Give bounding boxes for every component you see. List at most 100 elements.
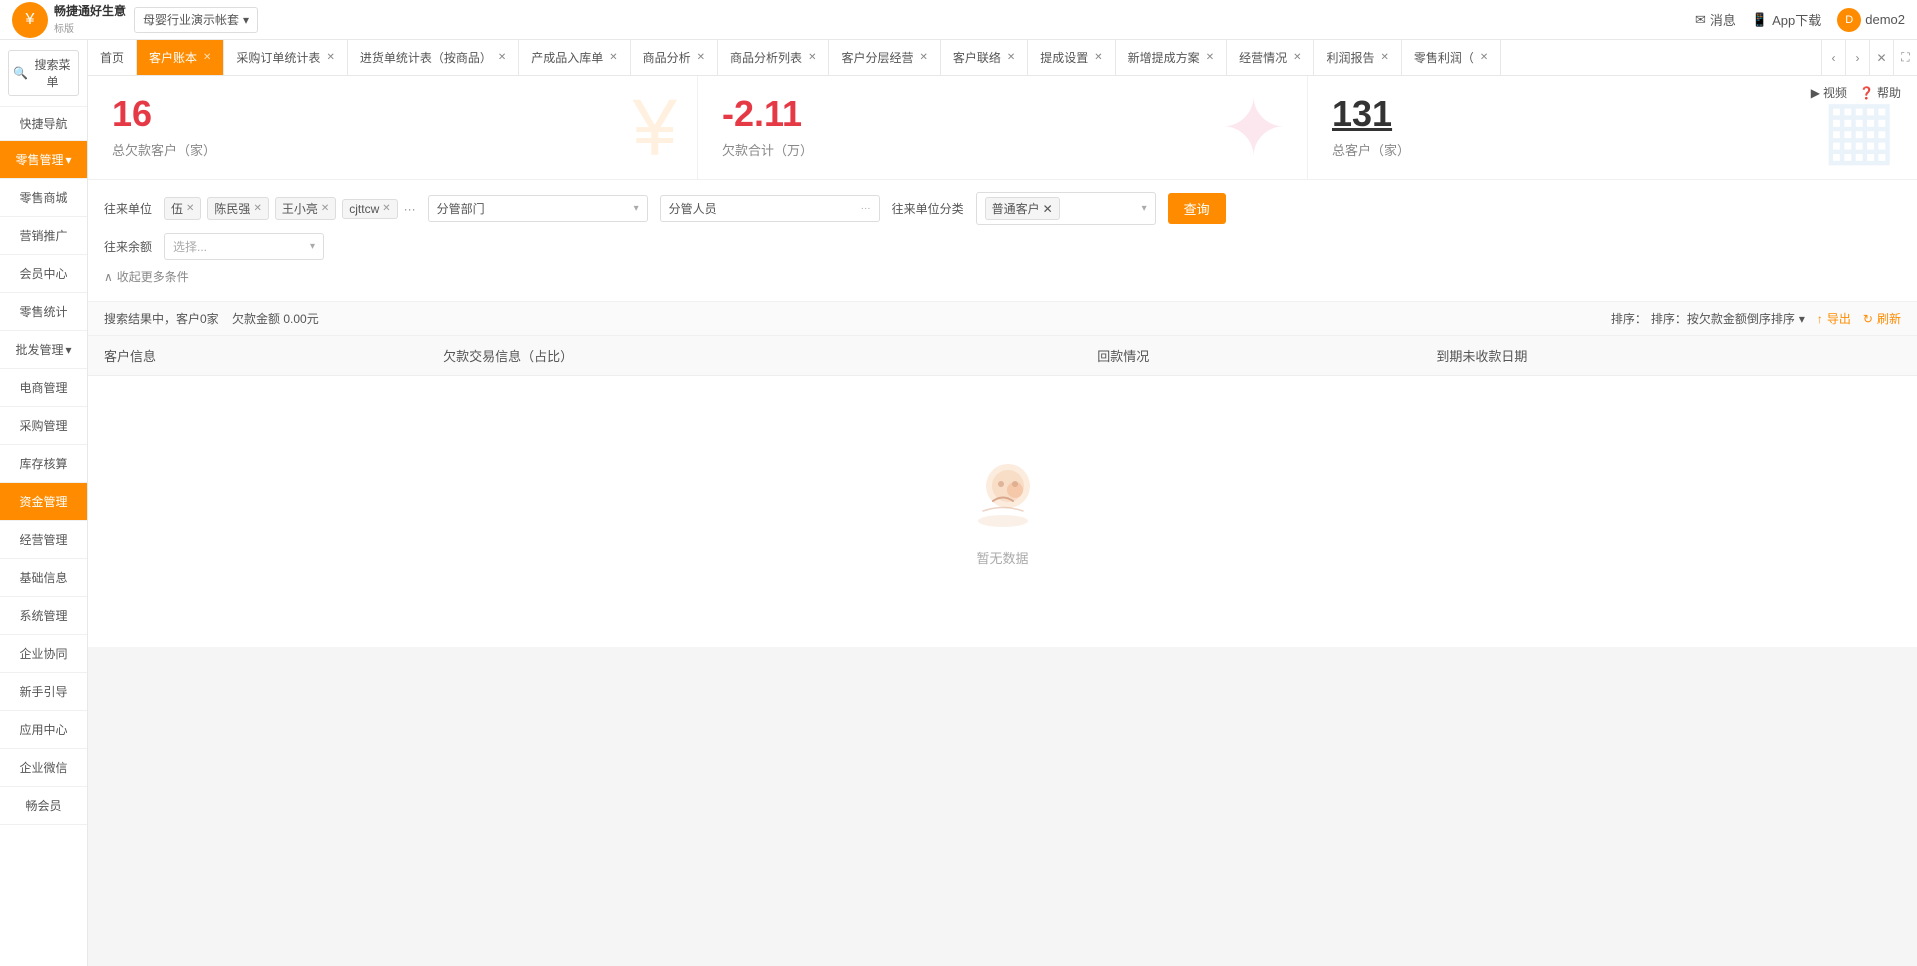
balance-select[interactable]: 选择... ▾ (164, 233, 324, 260)
tab-scroll-left[interactable]: ‹ (1821, 40, 1845, 76)
tab-home[interactable]: 首页 (88, 40, 137, 76)
tab-close-icon[interactable]: ✕ (1293, 52, 1301, 63)
export-btn[interactable]: ↑ 导出 (1817, 310, 1851, 327)
person-select[interactable]: 分管人员 ··· (660, 195, 880, 222)
sort-select[interactable]: 排序： 排序：按欠款金额倒序排序 ▾ (1611, 310, 1805, 327)
tag-label: cjttcw (349, 202, 379, 216)
tab-purchase-stat[interactable]: 进货单统计表（按商品） ✕ (348, 40, 519, 76)
search-menu-label: 搜索菜单 (31, 56, 74, 90)
quick-nav-button[interactable]: 快捷导航 (0, 107, 87, 141)
chevron-down-icon: ▾ (310, 241, 315, 252)
tab-retail-profit[interactable]: 零售利润（ ✕ (1402, 40, 1501, 76)
sidebar-item-ecommerce-mgmt[interactable]: 电商管理 (0, 369, 87, 407)
tab-close-icon[interactable]: ✕ (609, 52, 617, 63)
mobile-icon: 📱 (1752, 12, 1768, 28)
stat-number-credit-amount: -2.11 (722, 96, 802, 132)
app-download-btn[interactable]: 📱 App下载 (1752, 10, 1821, 29)
tab-close-icon[interactable]: ✕ (498, 52, 506, 63)
filter-tag-wu: 伍 ✕ (164, 197, 201, 220)
search-menu-button[interactable]: 🔍 搜索菜单 (8, 50, 79, 96)
tab-customer-account[interactable]: 客户账本 ✕ (137, 40, 224, 76)
tab-close-icon[interactable]: ✕ (1094, 52, 1102, 63)
tab-profit-report[interactable]: 利润报告 ✕ (1314, 40, 1401, 76)
sidebar-item-operations-mgmt[interactable]: 经营管理 (0, 521, 87, 559)
sidebar-item-retail-stats[interactable]: 零售统计 (0, 293, 87, 331)
refresh-icon: ↻ (1863, 312, 1873, 326)
sidebar-item-label: 新手引导 (19, 685, 67, 699)
tab-close-icon[interactable]: ✕ (808, 52, 816, 63)
tab-new-promotion[interactable]: 新增提成方案 ✕ (1116, 40, 1227, 76)
tab-close-icon[interactable]: ✕ (1381, 52, 1389, 63)
tab-customer-contact[interactable]: 客户联络 ✕ (941, 40, 1028, 76)
tab-close-icon[interactable]: ✕ (326, 52, 334, 63)
stats-row: ¥ 16 总欠款客户（家） ✦ -2.11 欠款合计（万） ▦ 131 总客户（… (88, 76, 1917, 180)
tab-purchase-order[interactable]: 采购订单统计表 ✕ (224, 40, 347, 76)
sidebar-item-enterprise-collab[interactable]: 企业协同 (0, 635, 87, 673)
tab-expand[interactable]: ⛶ (1893, 40, 1917, 76)
sidebar-item-system-mgmt[interactable]: 系统管理 (0, 597, 87, 635)
refresh-label: 刷新 (1877, 310, 1901, 327)
tab-promotion-settings[interactable]: 提成设置 ✕ (1028, 40, 1115, 76)
sidebar-item-wholesale-mgmt[interactable]: 批发管理 ▾ (0, 331, 87, 369)
sidebar-item-label: 系统管理 (19, 609, 67, 623)
empty-icon (963, 456, 1043, 536)
message-label: 消息 (1710, 10, 1736, 29)
sidebar-item-marketing[interactable]: 营销推广 (0, 217, 87, 255)
stat-card-credit-customers: ¥ 16 总欠款客户（家） (88, 76, 698, 179)
search-button[interactable]: 查询 (1168, 193, 1226, 224)
sidebar-item-retail-mgmt[interactable]: 零售管理 ▾ (0, 141, 87, 179)
sidebar-item-finance-mgmt[interactable]: 资金管理 (0, 483, 87, 521)
tag-remove-icon[interactable]: ✕ (382, 203, 390, 214)
refresh-btn[interactable]: ↻ 刷新 (1863, 310, 1901, 327)
dept-placeholder: 分管部门 (437, 200, 485, 217)
tab-goods-analysis[interactable]: 商品分析 ✕ (631, 40, 718, 76)
stat-card-credit-amount: ✦ -2.11 欠款合计（万） (698, 76, 1308, 179)
data-table: 客户信息 欠款交易信息（占比） 回款情况 到期未收款日期 (88, 336, 1917, 376)
tab-operation-status[interactable]: 经营情况 ✕ (1227, 40, 1314, 76)
unit-type-select[interactable]: 普通客户 ✕ ▾ (976, 192, 1156, 225)
sidebar-item-app-center[interactable]: 应用中心 (0, 711, 87, 749)
balance-placeholder: 选择... (173, 238, 207, 255)
credit-amount-text: 欠款金额 0.00元 (232, 312, 319, 326)
tab-production-in[interactable]: 产成品入库单 ✕ (519, 40, 630, 76)
tag-remove-icon[interactable]: ✕ (253, 203, 261, 214)
tag-remove-icon[interactable]: ✕ (321, 203, 329, 214)
tabbar: 首页 客户账本 ✕ 采购订单统计表 ✕ 进货单统计表（按商品） ✕ 产成品入库单… (88, 40, 1917, 76)
edition-select[interactable]: 母婴行业演示帐套 ▾ (134, 7, 258, 33)
tab-close-icon[interactable]: ✕ (697, 52, 705, 63)
message-btn[interactable]: ✉ 消息 (1695, 10, 1736, 29)
filter-tag-wang: 王小亮 ✕ (275, 197, 336, 220)
collapse-filters-btn[interactable]: ∧ 收起更多条件 (104, 268, 1901, 285)
tab-label: 首页 (100, 49, 124, 66)
sidebar-item-basic-info[interactable]: 基础信息 (0, 559, 87, 597)
sidebar-item-purchase-mgmt[interactable]: 采购管理 (0, 407, 87, 445)
tab-close-icon[interactable]: ✕ (919, 52, 927, 63)
tag-remove-icon[interactable]: ✕ (1043, 202, 1053, 216)
tab-close-icon[interactable]: ✕ (203, 52, 211, 63)
topbar-right: ✉ 消息 📱 App下载 D demo2 (1695, 8, 1905, 32)
sidebar-item-vip-member[interactable]: 畅会员 (0, 787, 87, 825)
tab-close-icon[interactable]: ✕ (1480, 52, 1488, 63)
user-avatar[interactable]: D demo2 (1837, 8, 1905, 32)
tab-close-all[interactable]: ✕ (1869, 40, 1893, 76)
sidebar-item-retail-mall[interactable]: 零售商城 (0, 179, 87, 217)
tab-close-icon[interactable]: ✕ (1206, 52, 1214, 63)
tab-close-icon[interactable]: ✕ (1007, 52, 1015, 63)
tab-scroll-right[interactable]: › (1845, 40, 1869, 76)
tag-remove-icon[interactable]: ✕ (186, 203, 194, 214)
tab-goods-analysis-list[interactable]: 商品分析列表 ✕ (718, 40, 829, 76)
sidebar-item-enterprise-wechat[interactable]: 企业微信 (0, 749, 87, 787)
sidebar-item-inventory[interactable]: 库存核算 (0, 445, 87, 483)
sidebar-item-new-guide[interactable]: 新手引导 (0, 673, 87, 711)
tab-customer-tier[interactable]: 客户分层经营 ✕ (829, 40, 940, 76)
dept-select[interactable]: 分管部门 ▾ (428, 195, 648, 222)
filter-more-btn[interactable]: ··· (404, 202, 416, 216)
main-layout: 🔍 搜索菜单 快捷导航 零售管理 ▾ 零售商城 营销推广 会员中心 零售统计 批… (0, 40, 1917, 966)
chevron-down-icon: ▾ (1142, 203, 1147, 214)
tag-label: 伍 (171, 200, 183, 217)
ellipsis-icon: ··· (861, 203, 871, 214)
tab-label: 零售利润（ (1414, 49, 1474, 66)
sidebar-item-member-center[interactable]: 会员中心 (0, 255, 87, 293)
filter-area: 往来单位 伍 ✕ 陈民强 ✕ 王小亮 (88, 180, 1917, 302)
collapse-label: 收起更多条件 (117, 268, 189, 285)
